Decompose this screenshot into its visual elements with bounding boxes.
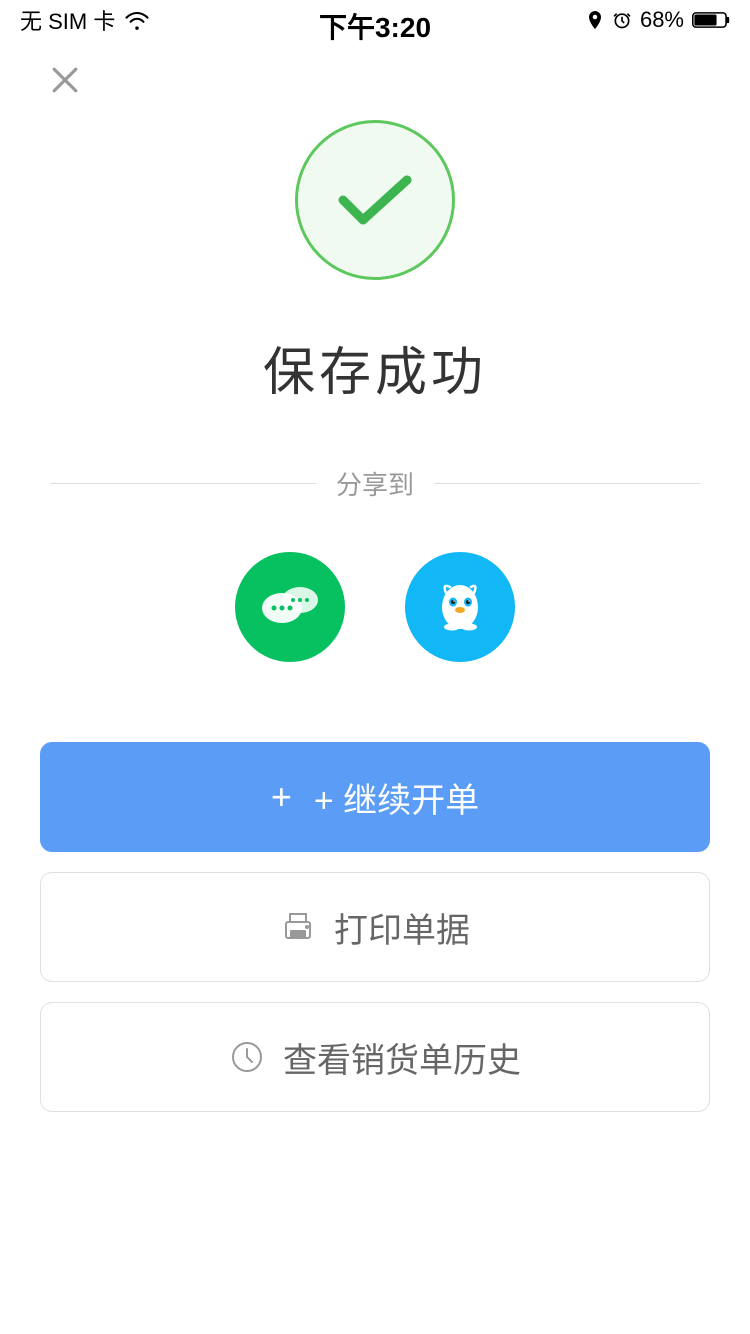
history-button[interactable]: 查看销货单历史 (40, 1002, 710, 1112)
print-button[interactable]: 打印单据 (40, 872, 710, 982)
wifi-icon (123, 9, 151, 31)
continue-button[interactable]: + + 继续开单 (40, 742, 710, 852)
battery-text: 68% (640, 7, 684, 33)
close-button[interactable] (40, 55, 90, 105)
alarm-icon (612, 9, 632, 31)
close-icon (47, 62, 83, 98)
print-label: 打印单据 (334, 903, 470, 952)
printer-icon (280, 909, 316, 945)
share-icons (235, 552, 515, 662)
continue-label: + 继续开单 (314, 773, 479, 822)
continue-plus-icon: + (271, 776, 292, 818)
main-content: 保存成功 分享到 (0, 40, 750, 1112)
success-icon-container (295, 120, 455, 280)
status-right: 68% (586, 7, 730, 33)
no-sim-text: 无 SIM 卡 (20, 4, 115, 36)
divider-right (434, 483, 700, 484)
checkmark-icon (335, 170, 415, 230)
location-icon (586, 9, 604, 31)
wechat-share-button[interactable] (235, 552, 345, 662)
status-bar: 无 SIM 卡 下午3:20 68% (0, 0, 750, 40)
history-label: 查看销货单历史 (283, 1033, 521, 1082)
qq-icon (428, 575, 493, 640)
wechat-icon (258, 580, 323, 635)
action-buttons: + + 继续开单 打印单据 查看销货单历史 (0, 742, 750, 1112)
share-label: 分享到 (316, 465, 434, 502)
status-left: 无 SIM 卡 (20, 4, 151, 36)
success-title: 保存成功 (263, 330, 487, 405)
battery-icon (692, 10, 730, 30)
history-icon (229, 1039, 265, 1075)
share-divider: 分享到 (0, 465, 750, 502)
qq-share-button[interactable] (405, 552, 515, 662)
status-time: 下午3:20 (319, 6, 431, 46)
divider-left (50, 483, 316, 484)
